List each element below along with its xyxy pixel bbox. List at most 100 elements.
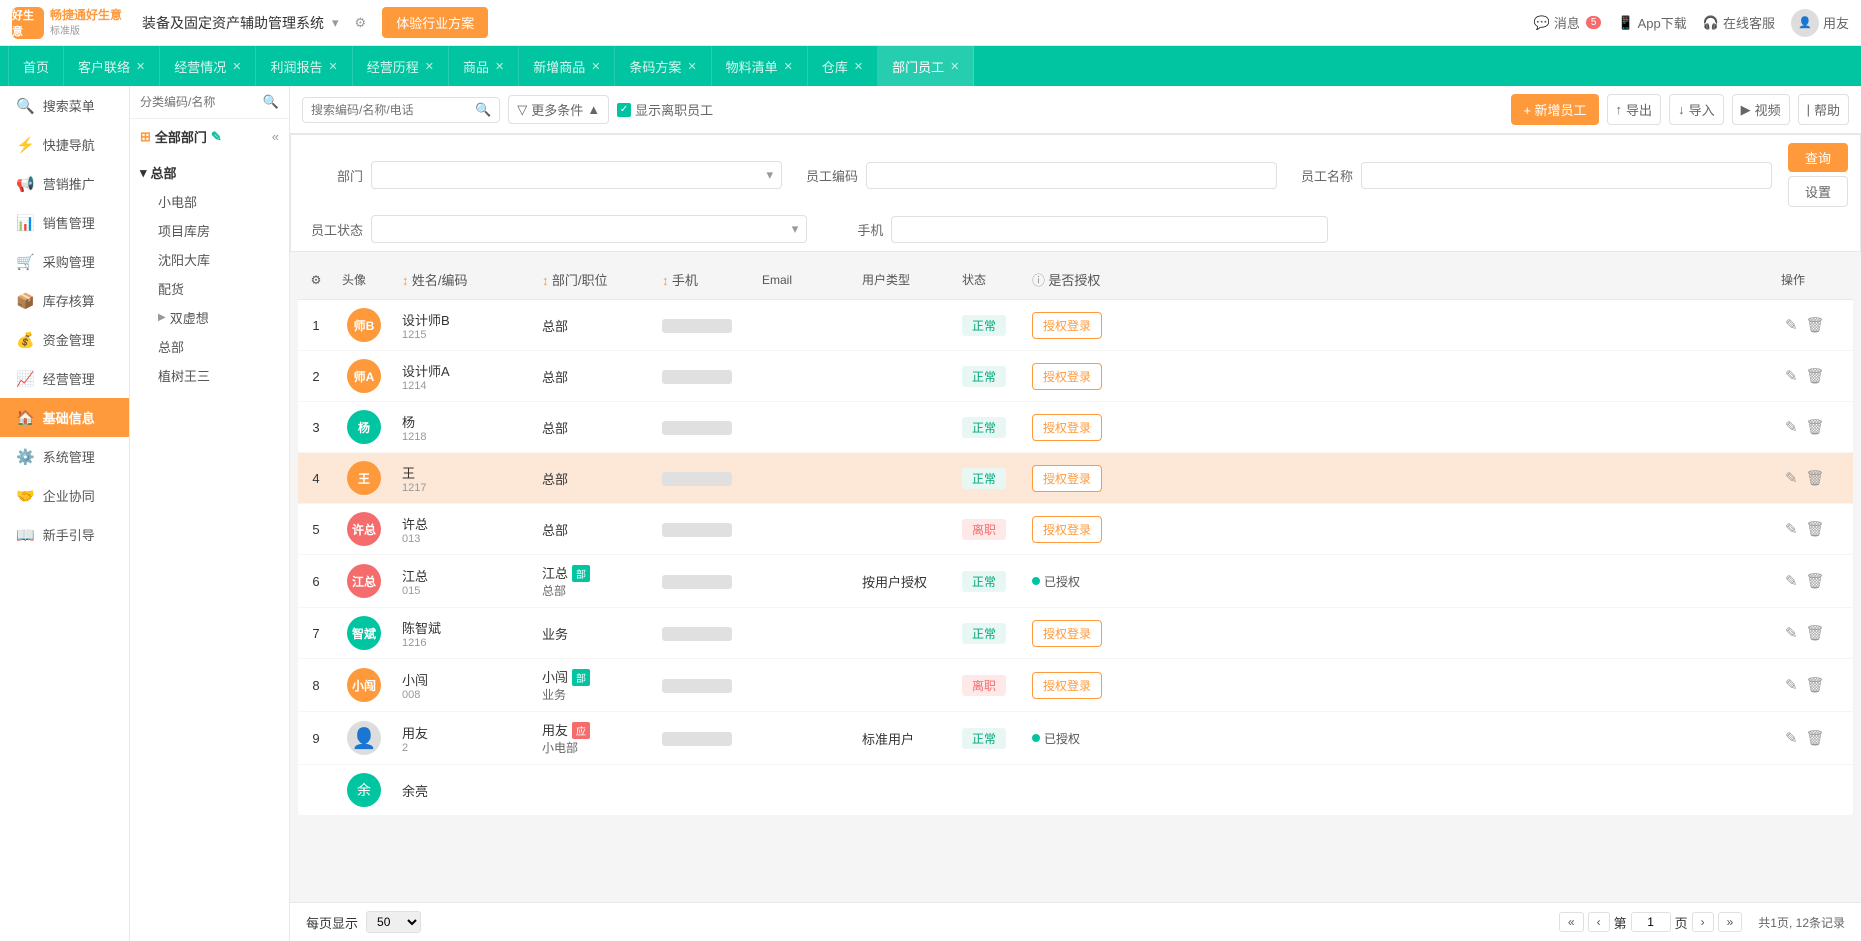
title-dropdown-icon[interactable]: ▾ <box>332 15 339 31</box>
tab-home[interactable]: 首页 <box>8 46 64 86</box>
message-action[interactable]: 💬 消息 5 <box>1534 13 1602 32</box>
dept-search-input[interactable] <box>140 95 263 109</box>
app-download-action[interactable]: 📱 App下载 <box>1617 13 1686 32</box>
show-resigned-toggle[interactable]: ✓ 显示离职员工 <box>617 100 713 119</box>
close-icon[interactable]: ✕ <box>425 60 434 73</box>
online-service-action[interactable]: 🎧 在线客服 <box>1703 13 1775 32</box>
help-button[interactable]: | 帮助 <box>1798 94 1849 125</box>
search-input[interactable] <box>311 103 471 117</box>
trial-button[interactable]: 体验行业方案 <box>382 7 488 38</box>
add-employee-button[interactable]: + 新增员工 <box>1511 94 1598 125</box>
sidebar-item-basic-info[interactable]: 🏠 基础信息 <box>0 398 129 437</box>
auth-button[interactable]: 授权登录 <box>1032 516 1102 543</box>
tab-customer[interactable]: 客户联络✕ <box>64 46 160 86</box>
dept-edit-icon[interactable]: ✎ <box>211 129 222 145</box>
sidebar-item-operation[interactable]: 📈 经营管理 <box>0 359 129 398</box>
col-dept[interactable]: ↕ 部门/职位 <box>534 260 654 300</box>
user-action[interactable]: 👤 用友 <box>1791 9 1849 37</box>
delete-button[interactable]: 🗑 <box>1802 467 1829 489</box>
view-button[interactable]: ▶ 视频 <box>1732 94 1790 125</box>
tab-operation-history[interactable]: 经营历程✕ <box>353 46 449 86</box>
reset-button[interactable]: 设置 <box>1788 176 1848 207</box>
tab-profit[interactable]: 利润报告✕ <box>256 46 352 86</box>
dept-node-sub[interactable]: 植树王三 <box>130 361 289 390</box>
filter-dept-select[interactable]: ▾ <box>371 161 782 189</box>
first-page-btn[interactable]: « <box>1559 912 1584 932</box>
close-icon[interactable]: ✕ <box>232 60 241 73</box>
tab-goods[interactable]: 商品✕ <box>449 46 519 86</box>
tab-operation-status[interactable]: 经营情况✕ <box>160 46 256 86</box>
close-icon[interactable]: ✕ <box>136 60 145 73</box>
edit-button[interactable]: ✎ <box>1781 674 1802 696</box>
sidebar-item-sales[interactable]: 📊 销售管理 <box>0 203 129 242</box>
next-page-btn[interactable]: › <box>1692 912 1714 932</box>
auth-button[interactable]: 授权登录 <box>1032 672 1102 699</box>
tab-add-goods[interactable]: 新增商品✕ <box>519 46 615 86</box>
row-auth[interactable]: 授权登录 <box>1024 351 1144 402</box>
last-page-btn[interactable]: » <box>1718 912 1743 932</box>
sidebar-item-marketing[interactable]: 📢 营销推广 <box>0 164 129 203</box>
filter-status-select[interactable]: ▾ <box>371 215 807 243</box>
dept-node-sub[interactable]: 小电部 <box>130 187 289 216</box>
close-icon[interactable]: ✕ <box>854 60 863 73</box>
tab-warehouse[interactable]: 仓库✕ <box>808 46 878 86</box>
delete-button[interactable]: 🗑 <box>1802 727 1829 749</box>
col-settings[interactable]: ⚙ <box>298 260 334 300</box>
edit-button[interactable]: ✎ <box>1781 467 1802 489</box>
edit-button[interactable]: ✎ <box>1781 314 1802 336</box>
auth-button[interactable]: 授权登录 <box>1032 312 1102 339</box>
import-button[interactable]: ↓ 导入 <box>1669 94 1724 125</box>
search-button[interactable]: 查询 <box>1788 143 1848 172</box>
sidebar-item-search[interactable]: 🔍 搜索菜单 <box>0 86 129 125</box>
dept-node-sub[interactable]: 沈阳大库 <box>130 245 289 274</box>
tab-barcode[interactable]: 条码方案✕ <box>615 46 711 86</box>
tab-dept-staff[interactable]: 部门员工✕ <box>878 46 974 86</box>
close-icon[interactable]: ✕ <box>687 60 696 73</box>
col-name[interactable]: ↕ 姓名/编码 <box>394 260 534 300</box>
search-icon[interactable]: 🔍 <box>475 102 491 118</box>
auth-button[interactable]: 授权登录 <box>1032 465 1102 492</box>
row-auth[interactable] <box>1024 765 1144 816</box>
prev-page-btn[interactable]: ‹ <box>1588 912 1610 932</box>
dept-node-sub[interactable]: 总部 <box>130 332 289 361</box>
close-icon[interactable]: ✕ <box>950 60 959 73</box>
close-icon[interactable]: ✕ <box>329 60 338 73</box>
sidebar-item-system[interactable]: ⚙️ 系统管理 <box>0 437 129 476</box>
delete-button[interactable]: 🗑 <box>1802 674 1829 696</box>
more-filter-btn[interactable]: ▽ 更多条件 ▲ <box>508 95 609 124</box>
tab-bom[interactable]: 物料清单✕ <box>712 46 808 86</box>
filter-code-input[interactable] <box>866 162 1277 189</box>
row-auth[interactable]: 授权登录 <box>1024 608 1144 659</box>
dept-node-sub[interactable]: 配货 <box>130 274 289 303</box>
edit-button[interactable]: ✎ <box>1781 727 1802 749</box>
close-icon[interactable]: ✕ <box>495 60 504 73</box>
dept-node-sub[interactable]: ▶ 双虚想 <box>130 303 289 332</box>
gear-icon[interactable]: ⚙ <box>355 15 367 31</box>
close-icon[interactable]: ✕ <box>591 60 600 73</box>
edit-button[interactable]: ✎ <box>1781 622 1802 644</box>
dept-fold-icon[interactable]: « <box>272 129 279 144</box>
close-icon[interactable]: ✕ <box>784 60 793 73</box>
page-input[interactable]: 1 <box>1631 912 1671 932</box>
edit-button[interactable]: ✎ <box>1781 518 1802 540</box>
export-button[interactable]: ↑ 导出 <box>1607 94 1662 125</box>
filter-name-input[interactable] <box>1361 162 1772 189</box>
sidebar-item-purchase[interactable]: 🛒 采购管理 <box>0 242 129 281</box>
sidebar-item-cooperation[interactable]: 🤝 企业协同 <box>0 476 129 515</box>
sidebar-item-inventory[interactable]: 📦 库存核算 <box>0 281 129 320</box>
delete-button[interactable]: 🗑 <box>1802 314 1829 336</box>
auth-button[interactable]: 授权登录 <box>1032 620 1102 647</box>
delete-button[interactable]: 🗑 <box>1802 518 1829 540</box>
dept-search-icon[interactable]: 🔍 <box>263 94 279 110</box>
edit-button[interactable]: ✎ <box>1781 365 1802 387</box>
sidebar-item-guide[interactable]: 📖 新手引导 <box>0 515 129 554</box>
row-auth[interactable]: 授权登录 <box>1024 453 1144 504</box>
col-phone[interactable]: ↕ 手机 <box>654 260 754 300</box>
row-auth[interactable]: 授权登录 <box>1024 504 1144 555</box>
dept-node-group[interactable]: ▾ 总部 <box>130 158 289 187</box>
per-page-select[interactable]: 50 100 <box>366 911 421 933</box>
edit-button[interactable]: ✎ <box>1781 416 1802 438</box>
sidebar-item-quick-nav[interactable]: ⚡ 快捷导航 <box>0 125 129 164</box>
auth-button[interactable]: 授权登录 <box>1032 363 1102 390</box>
row-auth[interactable]: 授权登录 <box>1024 659 1144 712</box>
